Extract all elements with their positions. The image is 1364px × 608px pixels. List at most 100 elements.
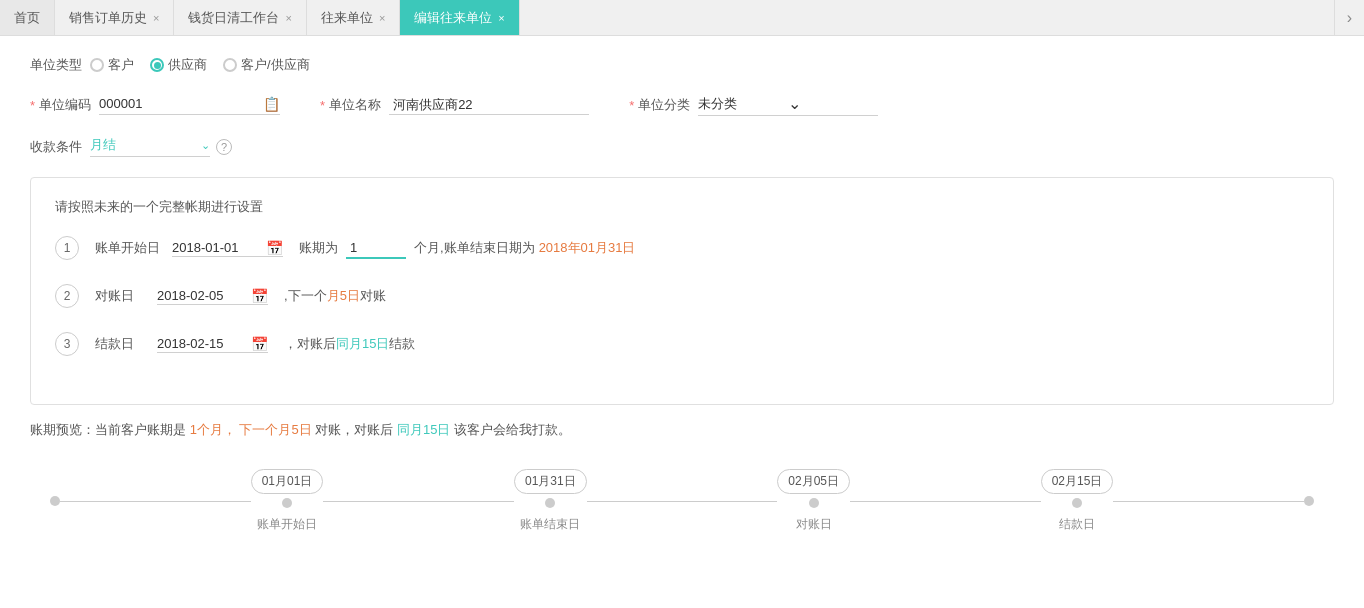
- tab-edit-partner-close[interactable]: ×: [498, 12, 504, 24]
- tab-overflow-chevron[interactable]: ›: [1334, 0, 1364, 35]
- reconcile-date-input-group: 📅: [157, 288, 268, 305]
- payment-date-label: 结款日: [95, 335, 145, 353]
- unit-classify-select[interactable]: 未分类 ⌄: [698, 94, 878, 116]
- timeline-stop-2: 01月31日 账单结束日: [514, 469, 587, 533]
- payment-date-input-group: 📅: [157, 336, 268, 353]
- period-suffix: 个月,账单结束日期为: [414, 239, 535, 257]
- unit-info-row: * 单位编码 📋 * 单位名称 * 单位分类 未分类 ⌄: [30, 94, 1334, 116]
- unit-name-star: *: [320, 98, 325, 113]
- unit-type-row: 单位类型 客户 供应商 客户/供应商: [30, 56, 1334, 74]
- timeline-dot-3: [809, 498, 819, 508]
- start-date-input-group: 📅: [172, 240, 283, 257]
- main-content: 单位类型 客户 供应商 客户/供应商 * 单位编码 📋: [0, 36, 1364, 608]
- payment-date-row: 3 结款日 📅 ，对账后 同月15日 结款: [55, 332, 1309, 356]
- unit-classify-star: *: [629, 98, 634, 113]
- payment-select[interactable]: 月结 ⌄: [90, 136, 210, 157]
- timeline-label-1: 账单开始日: [257, 516, 317, 533]
- tab-bar: 首页 销售订单历史 × 钱货日清工作台 × 往来单位 × 编辑往来单位 × ›: [0, 0, 1364, 36]
- radio-customer-circle: [90, 58, 104, 72]
- timeline-dot-4: [1072, 498, 1082, 508]
- reconcile-desc-prefix: ,下一个: [284, 287, 327, 305]
- tab-partner-units[interactable]: 往来单位 ×: [307, 0, 400, 35]
- period-prefix: 账期为: [299, 239, 338, 257]
- start-date-input[interactable]: [172, 240, 262, 255]
- reconcile-date-highlight: 月5日: [327, 287, 360, 305]
- tab-partner-units-close[interactable]: ×: [379, 12, 385, 24]
- payment-label: 收款条件: [30, 138, 82, 156]
- end-date-highlight: 2018年01月31日: [539, 239, 636, 257]
- timeline-stop-4: 02月15日 结款日: [1041, 469, 1114, 533]
- tab-edit-partner[interactable]: 编辑往来单位 ×: [400, 0, 519, 35]
- timeline-seg-2: [587, 501, 778, 502]
- reconcile-date-label: 对账日: [95, 287, 145, 305]
- preview-part1: 1个月，: [190, 422, 236, 437]
- radio-both-label: 客户/供应商: [241, 56, 310, 74]
- timeline-badge-4: 02月15日: [1041, 469, 1114, 494]
- radio-supplier-circle: [150, 58, 164, 72]
- unit-classify-group: * 单位分类 未分类 ⌄: [629, 94, 878, 116]
- timeline-stop-1: 01月01日 账单开始日: [251, 469, 324, 533]
- reconcile-date-input[interactable]: [157, 288, 247, 303]
- payment-row: 收款条件 月结 ⌄ ?: [30, 136, 1334, 157]
- tab-sales-history-close[interactable]: ×: [153, 12, 159, 24]
- classify-arrow-icon: ⌄: [788, 94, 878, 113]
- unit-code-star: *: [30, 98, 35, 113]
- payment-desc-suffix: 结款: [389, 335, 415, 353]
- unit-classify-value: 未分类: [698, 95, 788, 113]
- row-num-1: 1: [55, 236, 79, 260]
- payment-desc-prefix: ，对账后: [284, 335, 336, 353]
- reconcile-date-calendar-icon[interactable]: 📅: [251, 288, 268, 304]
- preview-part3: 对账，对账后: [315, 422, 393, 437]
- reconcile-date-row: 2 对账日 📅 ,下一个 月5日 对账: [55, 284, 1309, 308]
- preview-part4: 同月15日: [397, 422, 450, 437]
- timeline-left-end-dot: [50, 496, 60, 506]
- radio-both[interactable]: 客户/供应商: [223, 56, 310, 74]
- unit-code-icon[interactable]: 📋: [263, 96, 280, 112]
- timeline-badge-row-1: 01月01日: [251, 469, 324, 494]
- preview-label: 账期预览：当前客户账期是: [30, 422, 186, 437]
- unit-type-radio-group: 客户 供应商 客户/供应商: [90, 56, 310, 74]
- timeline-badge-2: 01月31日: [514, 469, 587, 494]
- payment-date-input[interactable]: [157, 336, 247, 351]
- start-date-label: 账单开始日: [95, 239, 160, 257]
- timeline-seg-4: [1113, 501, 1304, 502]
- radio-customer[interactable]: 客户: [90, 56, 134, 74]
- unit-name-label: 单位名称: [329, 96, 381, 114]
- unit-name-input[interactable]: [389, 95, 589, 115]
- start-date-calendar-icon[interactable]: 📅: [266, 240, 283, 256]
- unit-name-group: * 单位名称: [320, 95, 589, 115]
- preview-section: 账期预览：当前客户账期是 1个月， 下一个月5日 对账，对账后 同月15日 该客…: [30, 421, 1334, 439]
- period-input[interactable]: [346, 238, 406, 259]
- timeline-badge-1: 01月01日: [251, 469, 324, 494]
- preview-part2: 下一个月5日: [239, 422, 311, 437]
- radio-supplier[interactable]: 供应商: [150, 56, 207, 74]
- row-num-3: 3: [55, 332, 79, 356]
- payment-date-highlight: 同月15日: [336, 335, 389, 353]
- payment-arrow-icon: ⌄: [201, 139, 210, 152]
- payment-date-calendar-icon[interactable]: 📅: [251, 336, 268, 352]
- radio-customer-label: 客户: [108, 56, 134, 74]
- tab-home[interactable]: 首页: [0, 0, 55, 35]
- tab-cash-work-close[interactable]: ×: [285, 12, 291, 24]
- unit-classify-label: 单位分类: [638, 96, 690, 114]
- unit-code-group: * 单位编码 📋: [30, 96, 280, 115]
- payment-help-icon[interactable]: ?: [216, 139, 232, 155]
- timeline-label-2: 账单结束日: [520, 516, 580, 533]
- timeline-label-4: 结款日: [1059, 516, 1095, 533]
- radio-supplier-label: 供应商: [168, 56, 207, 74]
- timeline-seg-0: [60, 501, 251, 502]
- timeline-seg-3: [850, 501, 1041, 502]
- timeline-row: 01月01日 账单开始日 01月31日 账单结束日 02月05日 对账日: [30, 469, 1334, 533]
- tab-cash-work[interactable]: 钱货日清工作台 ×: [174, 0, 306, 35]
- timeline-dot-2: [545, 498, 555, 508]
- unit-code-input[interactable]: [99, 96, 259, 111]
- tab-sales-history[interactable]: 销售订单历史 ×: [55, 0, 174, 35]
- timeline-badge-3: 02月05日: [777, 469, 850, 494]
- start-date-row: 1 账单开始日 📅 账期为 个月,账单结束日期为 2018年01月31日: [55, 236, 1309, 260]
- radio-both-circle: [223, 58, 237, 72]
- settings-card: 请按照未来的一个完整帐期进行设置 1 账单开始日 📅 账期为 个月,账单结束日期…: [30, 177, 1334, 405]
- preview-part5: 该客户会给我打款。: [454, 422, 571, 437]
- timeline-label-3: 对账日: [796, 516, 832, 533]
- reconcile-desc-suffix: 对账: [360, 287, 386, 305]
- timeline-seg-1: [323, 501, 514, 502]
